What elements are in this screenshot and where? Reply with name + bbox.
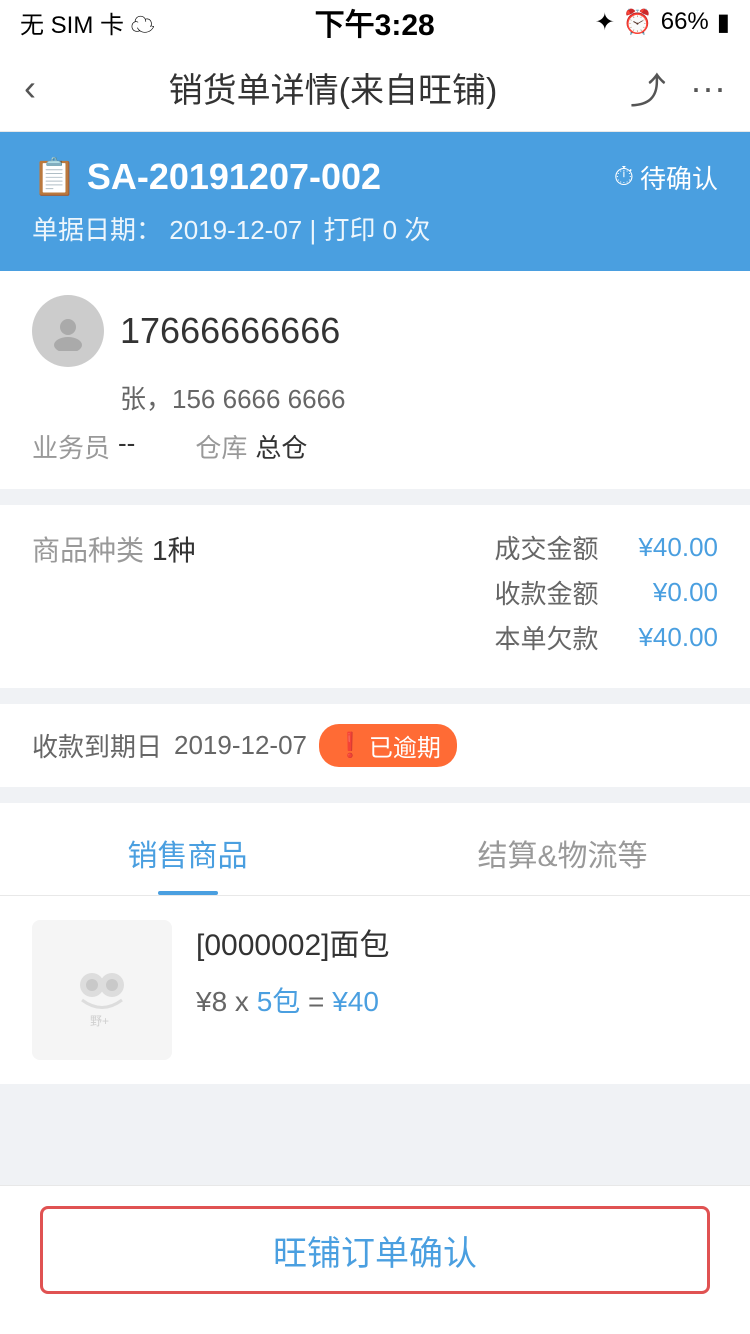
- tabs-row: 销售商品 结算&物流等: [0, 803, 750, 896]
- page-title: 销货单详情(来自旺铺): [169, 63, 498, 112]
- overdue-icon: ❗: [335, 731, 365, 760]
- product-type-value: 1种: [152, 529, 196, 569]
- amount-label-1: 收款金额: [494, 574, 598, 611]
- overdue-badge: ❗ 已逾期: [319, 724, 457, 767]
- avatar: [32, 295, 104, 367]
- product-type-label: 商品种类: [32, 529, 144, 569]
- amount-row-2: 本单欠款 ¥40.00: [494, 619, 718, 656]
- tabs-section: 销售商品 结算&物流等: [0, 803, 750, 896]
- nav-right: ⤴ ···: [630, 62, 726, 114]
- summary-section: 商品种类 1种 成交金额 ¥40.00 收款金额 ¥0.00 本单欠款 ¥40.…: [0, 505, 750, 688]
- order-status-badge: ⏱ 待确认: [614, 159, 718, 196]
- product-price: ¥8 x 5包 = ¥40: [196, 980, 718, 1020]
- clock-icon: ⏱: [614, 161, 634, 193]
- header-card: 📋 SA-20191207-002 ⏱ 待确认 单据日期： 2019-12-07…: [0, 132, 750, 271]
- tab-settlement[interactable]: 结算&物流等: [375, 803, 750, 895]
- customer-meta: 业务员 -- 仓库 总仓: [32, 428, 718, 465]
- customer-row: 17666666666: [32, 295, 718, 367]
- price-qty: 5包: [257, 986, 301, 1017]
- due-section: 收款到期日 2019-12-07 ❗ 已逾期: [0, 704, 750, 787]
- amount-value-0: ¥40.00: [638, 532, 718, 563]
- order-icon: 📋: [32, 156, 77, 198]
- product-type: 商品种类 1种: [32, 529, 196, 569]
- warehouse-value: 总仓: [255, 428, 307, 465]
- svg-text:野+: 野+: [90, 1014, 109, 1028]
- order-date: 单据日期： 2019-12-07 | 打印 0 次: [32, 210, 718, 247]
- warehouse-meta: 仓库 总仓: [195, 428, 307, 465]
- header-card-top: 📋 SA-20191207-002 ⏱ 待确认: [32, 156, 718, 198]
- alarm-icon: ⏰: [623, 8, 653, 37]
- status-time: 下午3:28: [315, 0, 435, 44]
- nav-left: ‹: [24, 67, 36, 109]
- product-row: 野+ [0000002]面包 ¥8 x 5包 = ¥40: [32, 920, 718, 1060]
- price-equals: =: [300, 986, 332, 1017]
- customer-name: 张，156 6666 6666: [32, 379, 718, 416]
- amount-value-2: ¥40.00: [638, 622, 718, 653]
- amount-value-1: ¥0.00: [653, 577, 718, 608]
- sim-status: 无 SIM 卡 ☁: [20, 5, 155, 40]
- order-status-text: 待确认: [640, 159, 718, 196]
- price-formula: ¥8 x: [196, 986, 257, 1017]
- amount-row-1: 收款金额 ¥0.00: [494, 574, 718, 611]
- share-icon[interactable]: ⤴: [630, 62, 666, 114]
- status-left: 无 SIM 卡 ☁: [20, 5, 155, 40]
- sales-label: 业务员: [32, 428, 110, 465]
- warehouse-label: 仓库: [195, 428, 247, 465]
- status-bar: 无 SIM 卡 ☁ 下午3:28 ✦ ⏰ 66% ▮: [0, 0, 750, 44]
- product-name: [0000002]面包: [196, 920, 718, 964]
- order-id: 📋 SA-20191207-002: [32, 156, 381, 198]
- battery-icon: ▮: [717, 8, 730, 37]
- amount-label-0: 成交金额: [494, 529, 598, 566]
- nav-bar: ‹ 销货单详情(来自旺铺) ⤴ ···: [0, 44, 750, 132]
- sales-value: --: [118, 428, 135, 465]
- status-right: ✦ ⏰ 66% ▮: [595, 8, 730, 37]
- customer-section: 17666666666 张，156 6666 6666 业务员 -- 仓库 总仓: [0, 271, 750, 489]
- product-info: [0000002]面包 ¥8 x 5包 = ¥40: [196, 920, 718, 1020]
- due-date: 2019-12-07: [174, 730, 307, 761]
- due-label: 收款到期日: [32, 727, 162, 764]
- location-icon: ✦: [595, 8, 615, 37]
- customer-phone: 17666666666: [120, 310, 340, 352]
- back-button[interactable]: ‹: [24, 67, 36, 109]
- battery-level: 66%: [661, 8, 709, 36]
- price-total: ¥40: [332, 986, 379, 1017]
- amounts-group: 成交金额 ¥40.00 收款金额 ¥0.00 本单欠款 ¥40.00: [494, 529, 718, 664]
- product-section: 野+ [0000002]面包 ¥8 x 5包 = ¥40: [0, 896, 750, 1084]
- amount-row-0: 成交金额 ¥40.00: [494, 529, 718, 566]
- sales-meta: 业务员 --: [32, 428, 135, 465]
- product-thumbnail: 野+: [32, 920, 172, 1060]
- bottom-bar: 旺铺订单确认: [0, 1185, 750, 1334]
- tab-sales-products[interactable]: 销售商品: [0, 803, 375, 895]
- amount-label-2: 本单欠款: [494, 619, 598, 656]
- more-icon[interactable]: ···: [690, 67, 726, 109]
- overdue-text: 已逾期: [369, 728, 441, 763]
- confirm-order-button[interactable]: 旺铺订单确认: [40, 1206, 710, 1294]
